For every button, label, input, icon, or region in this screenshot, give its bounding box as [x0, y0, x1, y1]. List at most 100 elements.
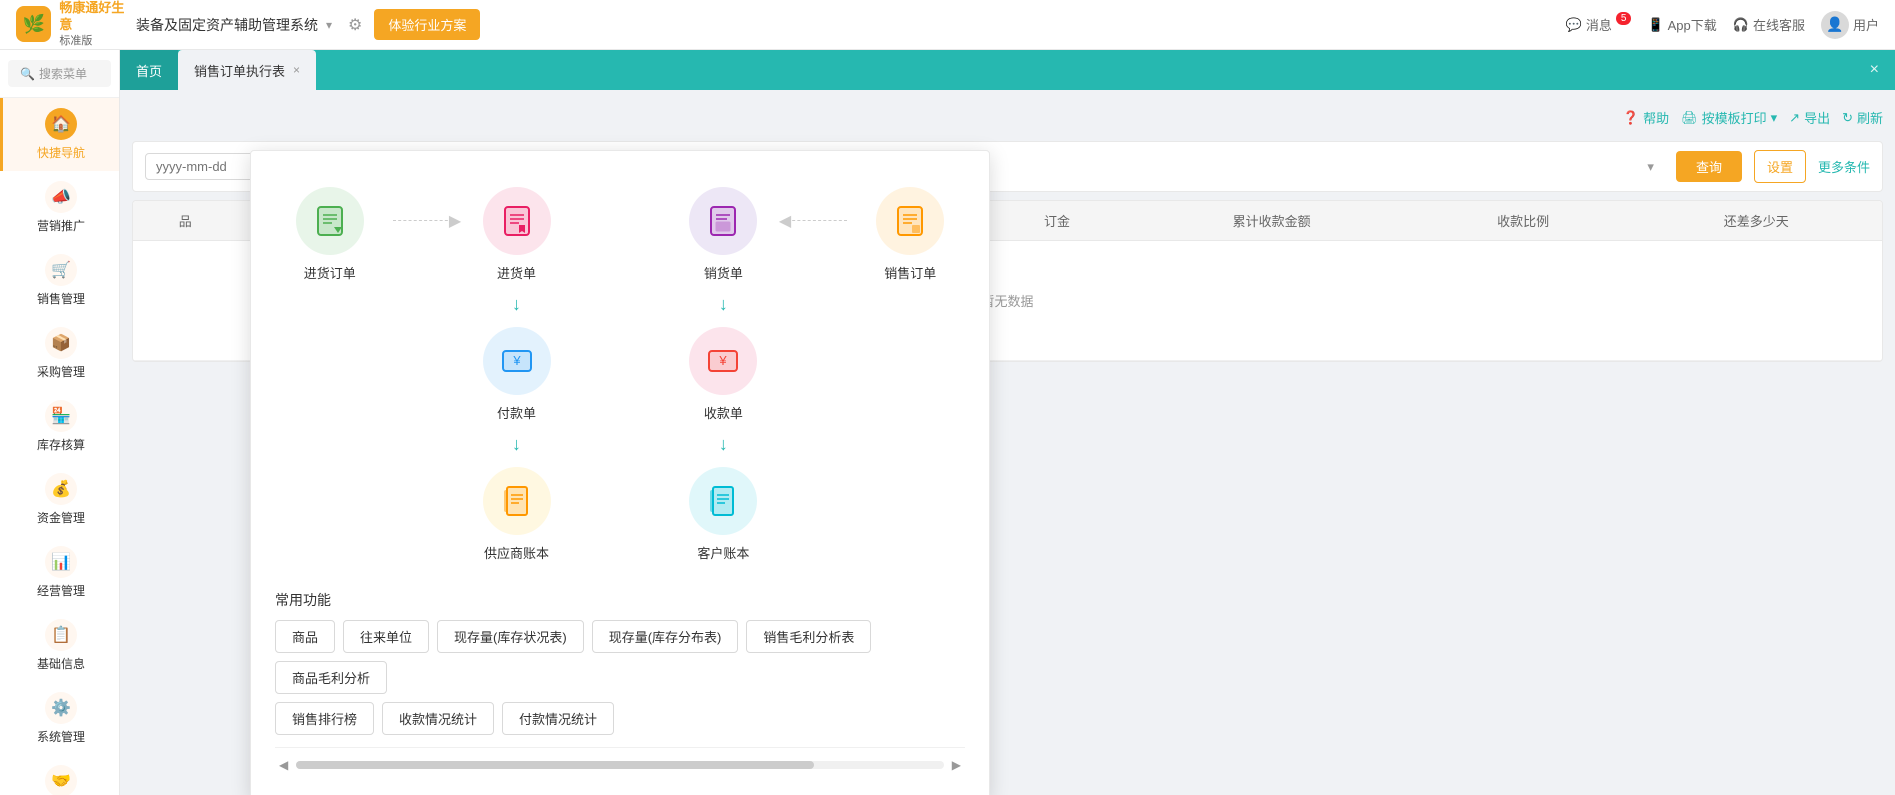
arrow-so-to-sb: ◀	[787, 220, 847, 249]
cf-btn-inventory-dist[interactable]: 现存量(库存分布表)	[592, 620, 739, 653]
avatar: 👤	[1821, 11, 1849, 39]
finance-label: 资金管理	[37, 509, 85, 526]
flow-modal: 进货订单 ▶ 进货单	[250, 150, 990, 795]
scroll-right-btn[interactable]: ▶	[948, 756, 965, 774]
sidebar-item-system[interactable]: ⚙️ 系统管理	[0, 682, 119, 755]
node-receipt-bill[interactable]: ¥ 收款单	[677, 315, 769, 434]
search-icon: 🔍	[20, 67, 35, 81]
payment-bill-label: 付款单	[497, 403, 536, 422]
system-icon: ⚙️	[45, 692, 77, 724]
purchase-label: 采购管理	[37, 363, 85, 380]
top-bar: 🌿 畅康通好生意 标准版 装备及固定资产辅助管理系统 ▾ ⚙ 体验行业方案 💬 …	[0, 0, 1895, 50]
search-label: 搜索菜单	[39, 65, 87, 82]
tab-home[interactable]: 首页	[120, 50, 178, 90]
sidebar-item-inventory[interactable]: 🏪 库存核算	[0, 390, 119, 463]
experience-button[interactable]: 体验行业方案	[374, 9, 480, 40]
tab-home-label: 首页	[136, 61, 162, 80]
cf-btn-sales-margin[interactable]: 销售毛利分析表	[746, 620, 871, 653]
cf-btn-sales-ranking[interactable]: 销售排行榜	[275, 702, 374, 735]
common-functions-section: 常用功能 商品 往来单位 现存量(库存状况表) 现存量(库存分布表) 销售毛利分…	[275, 590, 965, 735]
message-item[interactable]: 💬 消息 5	[1566, 15, 1632, 34]
gear-icon[interactable]: ⚙	[348, 15, 362, 35]
sidebar-item-enterprise[interactable]: 🤝 企业协同	[0, 755, 119, 795]
online-service-item[interactable]: 🎧 在线客服	[1733, 15, 1805, 34]
system-title: 装备及固定资产辅助管理系统	[136, 15, 318, 35]
operation-label: 经营管理	[37, 582, 85, 599]
customer-ledger-label: 客户账本	[697, 543, 749, 562]
scroll-left-btn[interactable]: ◀	[275, 756, 292, 774]
top-right: 💬 消息 5 📱 App下载 🎧 在线客服 👤 用户	[1566, 11, 1879, 39]
message-icon: 💬	[1566, 17, 1582, 33]
app-download-label: App下载	[1668, 15, 1717, 34]
cf-btn-partner[interactable]: 往来单位	[343, 620, 429, 653]
dropdown-icon[interactable]: ▾	[326, 18, 332, 32]
node-customer-ledger[interactable]: 客户账本	[677, 455, 769, 574]
quick-nav-icon: 🏠	[45, 108, 77, 140]
sidebar-item-operation[interactable]: 📊 经营管理	[0, 536, 119, 609]
tab-sales-order[interactable]: 销售订单执行表 ×	[178, 50, 316, 90]
user-item[interactable]: 👤 用户	[1821, 11, 1879, 39]
inventory-icon: 🏪	[45, 400, 77, 432]
sidebar-item-marketing[interactable]: 📣 营销推广	[0, 171, 119, 244]
sales-order-label: 销售订单	[884, 263, 936, 282]
node-supplier-ledger[interactable]: 供应商账本	[471, 455, 563, 574]
purchase-bill-icon	[483, 187, 551, 255]
sales-label: 销售管理	[37, 290, 85, 307]
node-sales-bill[interactable]: 销货单	[677, 175, 769, 294]
tab-bar-close-button[interactable]: ×	[1854, 61, 1895, 79]
common-function-buttons: 商品 往来单位 现存量(库存状况表) 现存量(库存分布表) 销售毛利分析表 商品…	[275, 620, 965, 694]
cf-btn-receipt-stats[interactable]: 收款情况统计	[382, 702, 494, 735]
sidebar-item-basic[interactable]: 📋 基础信息	[0, 609, 119, 682]
scrollbar-track[interactable]	[296, 761, 944, 769]
receipt-bill-label: 收款单	[704, 403, 743, 422]
sidebar-search-area[interactable]: 🔍 搜索菜单	[0, 50, 119, 98]
cf-btn-inventory-status[interactable]: 现存量(库存状况表)	[437, 620, 584, 653]
node-payment-bill[interactable]: ¥ 付款单	[471, 315, 563, 434]
node-sales-order[interactable]: 销售订单	[864, 175, 956, 294]
app-download-item[interactable]: 📱 App下载	[1647, 15, 1716, 34]
message-label: 消息	[1586, 15, 1612, 34]
cf-btn-goods[interactable]: 商品	[275, 620, 335, 653]
main-content: 首页 销售订单执行表 × × ❓ 帮助 🖨 按模板打印 ▾	[120, 50, 1895, 795]
system-label: 系统管理	[37, 728, 85, 745]
purchase-bill-label: 进货单	[497, 263, 536, 282]
svg-text:¥: ¥	[719, 353, 728, 368]
sales-order-icon	[876, 187, 944, 255]
common-function-buttons-row2: 销售排行榜 收款情况统计 付款情况统计	[275, 702, 965, 735]
modal-scrollbar: ◀ ▶	[275, 747, 965, 774]
page-content: ❓ 帮助 🖨 按模板打印 ▾ ↗ 导出 ↻ 刷新	[120, 90, 1895, 795]
cf-btn-payment-stats[interactable]: 付款情况统计	[502, 702, 614, 735]
customer-ledger-icon	[689, 467, 757, 535]
user-name: 用户	[1853, 15, 1879, 34]
common-functions-title: 常用功能	[275, 590, 965, 610]
tab-bar: 首页 销售订单执行表 × ×	[120, 50, 1895, 90]
logo: 🌿 畅康通好生意 标准版	[16, 0, 136, 48]
layout: 🔍 搜索菜单 🏠 快捷导航 📣 营销推广 🛒 销售管理 📦 采购管理 🏪 库存核…	[0, 50, 1895, 795]
purchase-order-label: 进货订单	[304, 263, 356, 282]
sidebar-item-sales[interactable]: 🛒 销售管理	[0, 244, 119, 317]
arrow-down-sb: ↓	[677, 294, 769, 315]
tab-close-icon[interactable]: ×	[293, 63, 300, 77]
node-purchase-order[interactable]: 进货订单	[284, 175, 376, 294]
node-purchase-bill[interactable]: 进货单	[471, 175, 563, 294]
brand-name: 畅康通好生意	[59, 0, 136, 34]
supplier-ledger-icon	[483, 467, 551, 535]
sidebar-item-purchase[interactable]: 📦 采购管理	[0, 317, 119, 390]
sales-bill-label: 销货单	[704, 263, 743, 282]
tab-sales-order-label: 销售订单执行表	[194, 61, 285, 80]
download-icon: 📱	[1647, 17, 1663, 33]
inventory-label: 库存核算	[37, 436, 85, 453]
sidebar-item-quick-nav[interactable]: 🏠 快捷导航	[0, 98, 119, 171]
svg-text:¥: ¥	[512, 353, 521, 368]
basic-label: 基础信息	[37, 655, 85, 672]
service-icon: 🎧	[1733, 17, 1749, 33]
payment-bill-icon: ¥	[483, 327, 551, 395]
arrow-down-pb: ↓	[471, 294, 563, 315]
cf-btn-goods-margin[interactable]: 商品毛利分析	[275, 661, 387, 694]
search-trigger[interactable]: 🔍 搜索菜单	[8, 60, 111, 87]
supplier-ledger-label: 供应商账本	[484, 543, 549, 562]
sidebar-item-finance[interactable]: 💰 资金管理	[0, 463, 119, 536]
arrow-po-to-pb: ▶	[393, 220, 453, 249]
modal-overlay: 进货订单 ▶ 进货单	[120, 90, 1895, 795]
marketing-label: 营销推广	[37, 217, 85, 234]
